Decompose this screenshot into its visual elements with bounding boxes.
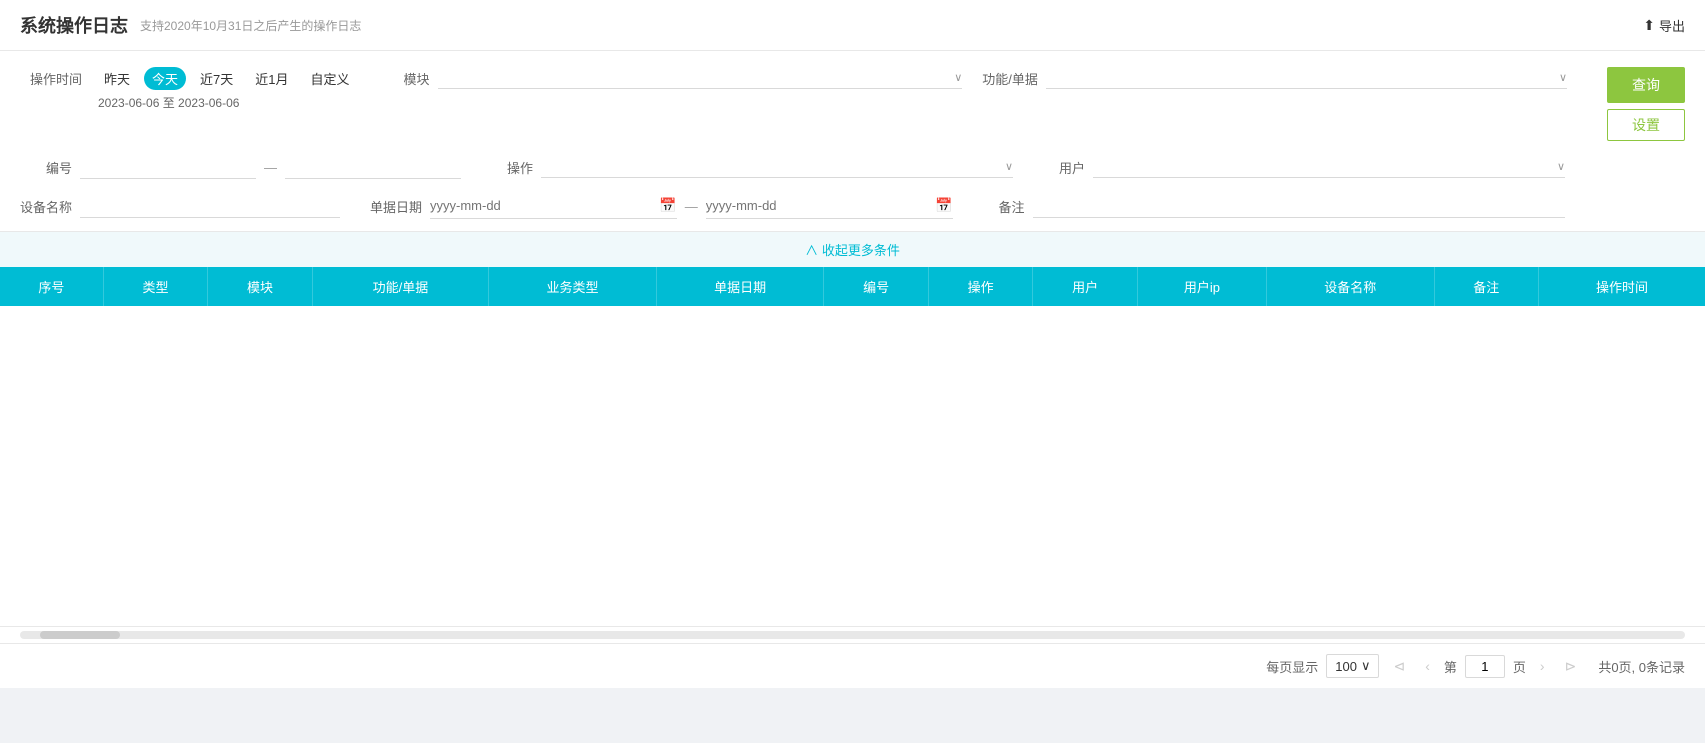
- per-page-chevron-icon: ∨: [1361, 658, 1371, 674]
- operation-chevron-icon: ∨: [1005, 160, 1013, 173]
- page-title: 系统操作日志: [20, 12, 128, 38]
- filter-row-2: 编号 — 操作 ∨ 用户 ∨: [20, 155, 1685, 179]
- page-unit: 页: [1513, 657, 1526, 676]
- filter-row-1: 操作时间 昨天 今天 近7天 近1月 自定义 2023-06-06 至 2023…: [0, 51, 1705, 141]
- per-page-label: 每页显示: [1266, 657, 1318, 676]
- col-op-time: 操作时间: [1539, 267, 1705, 306]
- operation-label: 操作: [481, 158, 541, 177]
- number-from-input[interactable]: [80, 155, 256, 179]
- number-dash: —: [264, 160, 277, 175]
- date-to-wrapper: 📅: [706, 193, 953, 219]
- col-biz-type: 业务类型: [489, 267, 657, 306]
- collapse-bar[interactable]: ∧ 收起更多条件: [0, 231, 1705, 267]
- page-header: 系统操作日志 支持2020年10月31日之后产生的操作日志 ⬆ 导出: [0, 0, 1705, 51]
- time-buttons: 昨天 今天 近7天 近1月 自定义: [96, 67, 358, 90]
- col-number: 编号: [824, 267, 928, 306]
- number-filter: 编号 —: [20, 155, 461, 179]
- time-btn-yesterday[interactable]: 昨天: [96, 67, 138, 90]
- collapse-label: 收起更多条件: [822, 243, 900, 258]
- func-select[interactable]: ∨: [1046, 67, 1567, 89]
- filter-rows: 编号 — 操作 ∨ 用户 ∨: [0, 141, 1705, 231]
- filter-row-3: 设备名称 单据日期 📅 — 📅: [20, 193, 1685, 219]
- time-btn-custom[interactable]: 自定义: [303, 67, 358, 90]
- col-user: 用户: [1033, 267, 1137, 306]
- time-filter-section: 操作时间 昨天 今天 近7天 近1月 自定义 2023-06-06 至 2023…: [20, 67, 358, 111]
- number-range: —: [80, 155, 461, 179]
- total-info: 共0页, 0条记录: [1598, 657, 1685, 676]
- date-from-input[interactable]: [430, 198, 659, 213]
- scrollbar-area: [0, 626, 1705, 643]
- func-label: 功能/单据: [982, 69, 1046, 88]
- device-label: 设备名称: [20, 197, 80, 216]
- operation-filter: 操作 ∨: [481, 156, 1013, 178]
- col-remark: 备注: [1434, 267, 1538, 306]
- module-select[interactable]: ∨: [438, 67, 963, 89]
- date-dash: —: [685, 199, 698, 214]
- page-label: 第: [1444, 657, 1457, 676]
- pagination-bar: 每页显示 100 ∨ ⊲ ‹ 第 页 › ⊳ 共0页, 0条记录: [0, 643, 1705, 688]
- func-chevron-icon: ∨: [1559, 71, 1567, 84]
- col-module: 模块: [208, 267, 312, 306]
- scrollbar-track[interactable]: [20, 631, 1685, 639]
- date-to-input[interactable]: [706, 198, 935, 213]
- page-subtitle: 支持2020年10月31日之后产生的操作日志: [140, 17, 361, 34]
- module-filter: 模块 ∨: [378, 67, 963, 89]
- col-func: 功能/单据: [312, 267, 488, 306]
- per-page-value: 100: [1335, 659, 1357, 674]
- voucher-date-filter: 单据日期 📅 — 📅: [360, 193, 953, 219]
- table-header: 序号 类型 模块 功能/单据 业务类型 单据日期 编号 操作 用户 用户ip 设…: [0, 267, 1705, 306]
- operation-select[interactable]: ∨: [541, 156, 1013, 178]
- col-voucher-date: 单据日期: [656, 267, 824, 306]
- time-btn-1month[interactable]: 近1月: [247, 67, 296, 90]
- col-device: 设备名称: [1266, 267, 1434, 306]
- col-user-ip: 用户ip: [1137, 267, 1266, 306]
- collapse-up-icon: ∧: [805, 243, 818, 258]
- device-filter: 设备名称: [20, 194, 340, 218]
- time-label: 操作时间: [20, 69, 90, 88]
- calendar-from-icon[interactable]: 📅: [659, 197, 676, 214]
- first-page-button[interactable]: ⊲: [1387, 656, 1411, 677]
- col-type: 类型: [103, 267, 207, 306]
- time-filter-row: 操作时间 昨天 今天 近7天 近1月 自定义: [20, 67, 358, 90]
- table-header-row: 序号 类型 模块 功能/单据 业务类型 单据日期 编号 操作 用户 用户ip 设…: [0, 267, 1705, 306]
- empty-area: [0, 306, 1705, 626]
- date-from-wrapper: 📅: [430, 193, 677, 219]
- prev-page-button[interactable]: ‹: [1419, 656, 1436, 676]
- time-range-display: 2023-06-06 至 2023-06-06: [98, 96, 239, 110]
- action-buttons: 查询 设置: [1607, 67, 1685, 141]
- time-btn-today[interactable]: 今天: [144, 67, 186, 90]
- voucher-date-label: 单据日期: [360, 197, 430, 216]
- user-label: 用户: [1033, 158, 1093, 177]
- table-wrapper: 序号 类型 模块 功能/单据 业务类型 单据日期 编号 操作 用户 用户ip 设…: [0, 267, 1705, 626]
- time-btn-7days[interactable]: 近7天: [192, 67, 241, 90]
- page-input[interactable]: [1465, 655, 1505, 678]
- func-filter: 功能/单据 ∨: [982, 67, 1567, 89]
- next-page-button[interactable]: ›: [1534, 656, 1551, 676]
- number-label: 编号: [20, 158, 80, 177]
- user-chevron-icon: ∨: [1557, 160, 1565, 173]
- device-input[interactable]: [80, 194, 340, 218]
- data-table: 序号 类型 模块 功能/单据 业务类型 单据日期 编号 操作 用户 用户ip 设…: [0, 267, 1705, 306]
- col-seq: 序号: [0, 267, 103, 306]
- remark-label: 备注: [973, 197, 1033, 216]
- module-label: 模块: [378, 69, 438, 88]
- module-chevron-icon: ∨: [954, 71, 962, 84]
- col-operation: 操作: [928, 267, 1032, 306]
- filter-panel: 操作时间 昨天 今天 近7天 近1月 自定义 2023-06-06 至 2023…: [0, 51, 1705, 267]
- settings-button[interactable]: 设置: [1607, 109, 1685, 141]
- query-button[interactable]: 查询: [1607, 67, 1685, 103]
- calendar-to-icon[interactable]: 📅: [935, 197, 952, 214]
- scrollbar-thumb[interactable]: [40, 631, 120, 639]
- user-select[interactable]: ∨: [1093, 156, 1565, 178]
- user-filter: 用户 ∨: [1033, 156, 1565, 178]
- export-button[interactable]: ⬆ 导出: [1643, 16, 1685, 35]
- export-icon: ⬆: [1643, 17, 1655, 34]
- last-page-button[interactable]: ⊳: [1559, 656, 1583, 677]
- date-range: 📅 — 📅: [430, 193, 953, 219]
- per-page-select[interactable]: 100 ∨: [1326, 654, 1379, 678]
- number-to-input[interactable]: [285, 155, 461, 179]
- remark-input[interactable]: [1033, 194, 1566, 218]
- remark-filter: 备注: [973, 194, 1566, 218]
